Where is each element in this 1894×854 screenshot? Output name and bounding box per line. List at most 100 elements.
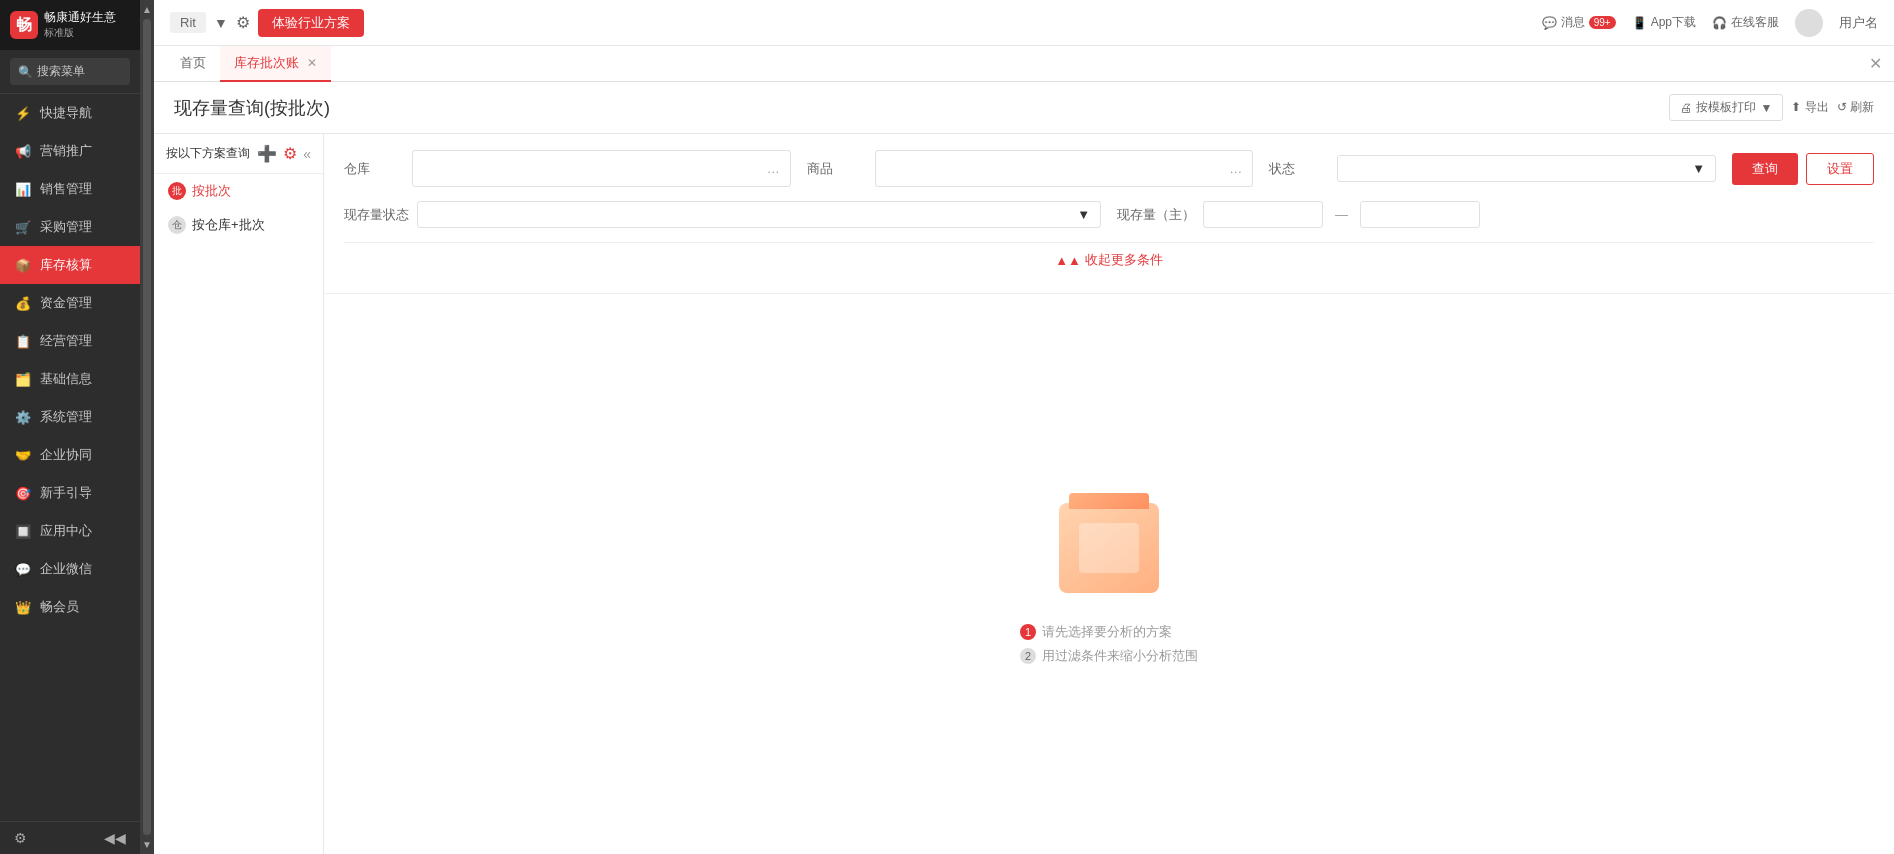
- sidebar-item-marketing[interactable]: 📢 营销推广: [0, 132, 140, 170]
- operations-icon: 📋: [14, 332, 32, 350]
- refresh-icon: ↺: [1837, 100, 1847, 114]
- status-select[interactable]: ▼: [1337, 155, 1716, 182]
- sidebar-item-vip[interactable]: 👑 畅会员: [0, 588, 140, 626]
- export-button[interactable]: ⬆ 导出: [1791, 99, 1828, 116]
- marketing-icon: 📢: [14, 142, 32, 160]
- sidebar-item-finance[interactable]: 💰 资金管理: [0, 284, 140, 322]
- plan-settings-button[interactable]: ⚙: [283, 144, 297, 163]
- inventory-status-select[interactable]: ▼: [417, 201, 1101, 228]
- query-button[interactable]: 查询: [1732, 153, 1798, 185]
- topbar-right: 💬 消息 99+ 📱 App下载 🎧 在线客服 用户名: [1542, 9, 1878, 37]
- plan-item-warehouse-batch[interactable]: 仓 按仓库+批次: [154, 208, 323, 242]
- template-print-button[interactable]: 🖨 按模板打印 ▼: [1669, 94, 1783, 121]
- sidebar-item-basics[interactable]: 🗂️ 基础信息: [0, 360, 140, 398]
- sidebar-item-guide[interactable]: 🎯 新手引导: [0, 474, 140, 512]
- product-input[interactable]: [886, 156, 1230, 181]
- sidebar-header: 畅 畅康通好生意 标准版: [0, 0, 140, 50]
- settings-button[interactable]: ⚙: [14, 830, 27, 846]
- sidebar-item-apps[interactable]: 🔲 应用中心: [0, 512, 140, 550]
- chevron-down-icon2: ▼: [1077, 207, 1090, 222]
- system-icon: ⚙️: [14, 408, 32, 426]
- add-plan-button[interactable]: ➕: [257, 144, 277, 163]
- inventory-status-label: 现存量状态: [344, 206, 409, 224]
- filter-row-1: 仓库 … 商品 …: [344, 150, 1874, 187]
- left-panel-header: 按以下方案查询 ➕ ⚙ «: [154, 134, 323, 174]
- sidebar-item-inventory[interactable]: 📦 库存核算: [0, 246, 140, 284]
- chevron-down-icon: ▼: [1692, 161, 1705, 176]
- wechat-icon: 💬: [14, 560, 32, 578]
- inventory-qty-min-input[interactable]: [1203, 201, 1323, 228]
- topbar-left: Rit ▼ ⚙ 体验行业方案: [170, 9, 364, 37]
- sidebar-nav: ⚡ 快捷导航 📢 营销推广 📊 销售管理 🛒 采购管理 📦 库存核算 💰 资金管…: [0, 94, 140, 821]
- scroll-thumb: [143, 19, 151, 835]
- sidebar-scrollbar: ▲ ▼: [140, 0, 154, 854]
- tip-num-2: 2: [1020, 648, 1036, 664]
- sidebar-item-enterprise[interactable]: 🤝 企业协同: [0, 436, 140, 474]
- filter-data-area: 仓库 … 商品 …: [324, 134, 1894, 854]
- basics-icon: 🗂️: [14, 370, 32, 388]
- status-label: 状态: [1269, 160, 1329, 178]
- app-title: 畅康通好生意: [44, 10, 116, 26]
- guide-icon: 🎯: [14, 484, 32, 502]
- sidebar-search-area: 🔍 搜索菜单: [0, 50, 140, 94]
- page-title: 现存量查询(按批次): [174, 96, 330, 120]
- app-logo: 畅: [10, 11, 38, 39]
- left-panel: 按以下方案查询 ➕ ⚙ « 批 按批次 仓 按仓库+批次: [154, 134, 324, 854]
- trial-button[interactable]: 体验行业方案: [258, 9, 364, 37]
- topbar-settings-button[interactable]: ⚙: [236, 13, 250, 32]
- product-dots[interactable]: …: [1229, 161, 1242, 176]
- collapse-filters-button[interactable]: ▲▲ 收起更多条件: [344, 242, 1874, 277]
- empty-illustration: [1049, 483, 1169, 603]
- app-subtitle: 标准版: [44, 26, 116, 40]
- sidebar-item-purchase[interactable]: 🛒 采购管理: [0, 208, 140, 246]
- inventory-qty-filter: 现存量（主） —: [1117, 201, 1874, 228]
- inventory-qty-max-input[interactable]: [1360, 201, 1480, 228]
- topbar: Rit ▼ ⚙ 体验行业方案 💬 消息 99+ 📱 App下载 🎧 在线客服 用…: [154, 0, 1894, 46]
- settings-button[interactable]: 设置: [1806, 153, 1874, 185]
- username: 用户名: [1839, 14, 1878, 32]
- warehouse-label: 仓库: [344, 160, 404, 178]
- sidebar-item-wechat[interactable]: 💬 企业微信: [0, 550, 140, 588]
- search-menu-button[interactable]: 🔍 搜索菜单: [10, 58, 130, 85]
- product-filter: 商品 …: [807, 150, 1254, 187]
- page-header: 现存量查询(按批次) 🖨 按模板打印 ▼ ⬆ 导出 ↺ 刷新: [154, 82, 1894, 134]
- product-label: 商品: [807, 160, 867, 178]
- tab-home[interactable]: 首页: [166, 46, 220, 82]
- empty-state: 1 请先选择要分析的方案 2 用过滤条件来缩小分析范围: [324, 294, 1894, 854]
- scroll-up-button[interactable]: ▲: [142, 4, 152, 15]
- finance-icon: 💰: [14, 294, 32, 312]
- topbar-dropdown-button[interactable]: ▼: [214, 15, 228, 31]
- quick-nav-icon: ⚡: [14, 104, 32, 122]
- search-icon: 🔍: [18, 65, 33, 79]
- status-filter: 状态 ▼: [1269, 155, 1716, 182]
- sidebar-item-quick-nav[interactable]: ⚡ 快捷导航: [0, 94, 140, 132]
- tab-batch-account[interactable]: 库存批次账 ✕: [220, 46, 331, 82]
- apps-icon: 🔲: [14, 522, 32, 540]
- collapse-sidebar-button[interactable]: ◀◀: [104, 830, 126, 846]
- sidebar-item-sales[interactable]: 📊 销售管理: [0, 170, 140, 208]
- online-service-button[interactable]: 🎧 在线客服: [1712, 14, 1779, 31]
- warehouse-dots[interactable]: …: [767, 161, 780, 176]
- sidebar: 畅 畅康通好生意 标准版 🔍 搜索菜单 ⚡ 快捷导航 📢 营销推广 📊 销售管理…: [0, 0, 140, 854]
- warehouse-input[interactable]: [423, 156, 767, 181]
- close-all-tabs-button[interactable]: ✕: [1869, 54, 1882, 73]
- inventory-qty-label: 现存量（主）: [1117, 206, 1195, 224]
- empty-tips: 1 请先选择要分析的方案 2 用过滤条件来缩小分析范围: [1020, 623, 1198, 665]
- filter-area: 仓库 … 商品 …: [324, 134, 1894, 294]
- app-download-button[interactable]: 📱 App下载: [1632, 14, 1696, 31]
- user-avatar[interactable]: [1795, 9, 1823, 37]
- scroll-down-button[interactable]: ▼: [142, 839, 152, 850]
- vip-icon: 👑: [14, 598, 32, 616]
- sidebar-item-operations[interactable]: 📋 经营管理: [0, 322, 140, 360]
- empty-tip-2: 2 用过滤条件来缩小分析范围: [1020, 647, 1198, 665]
- sidebar-item-system[interactable]: ⚙️ 系统管理: [0, 398, 140, 436]
- plan-item-batch[interactable]: 批 按批次: [154, 174, 323, 208]
- headset-icon: 🎧: [1712, 16, 1727, 30]
- main-content: Rit ▼ ⚙ 体验行业方案 💬 消息 99+ 📱 App下载 🎧 在线客服 用…: [154, 0, 1894, 854]
- message-icon: 💬: [1542, 16, 1557, 30]
- tab-close-button[interactable]: ✕: [307, 56, 317, 70]
- messages-button[interactable]: 💬 消息 99+: [1542, 14, 1616, 31]
- inventory-status-filter: 现存量状态 ▼: [344, 201, 1101, 228]
- collapse-panel-button[interactable]: «: [303, 144, 311, 163]
- refresh-button[interactable]: ↺ 刷新: [1837, 99, 1874, 116]
